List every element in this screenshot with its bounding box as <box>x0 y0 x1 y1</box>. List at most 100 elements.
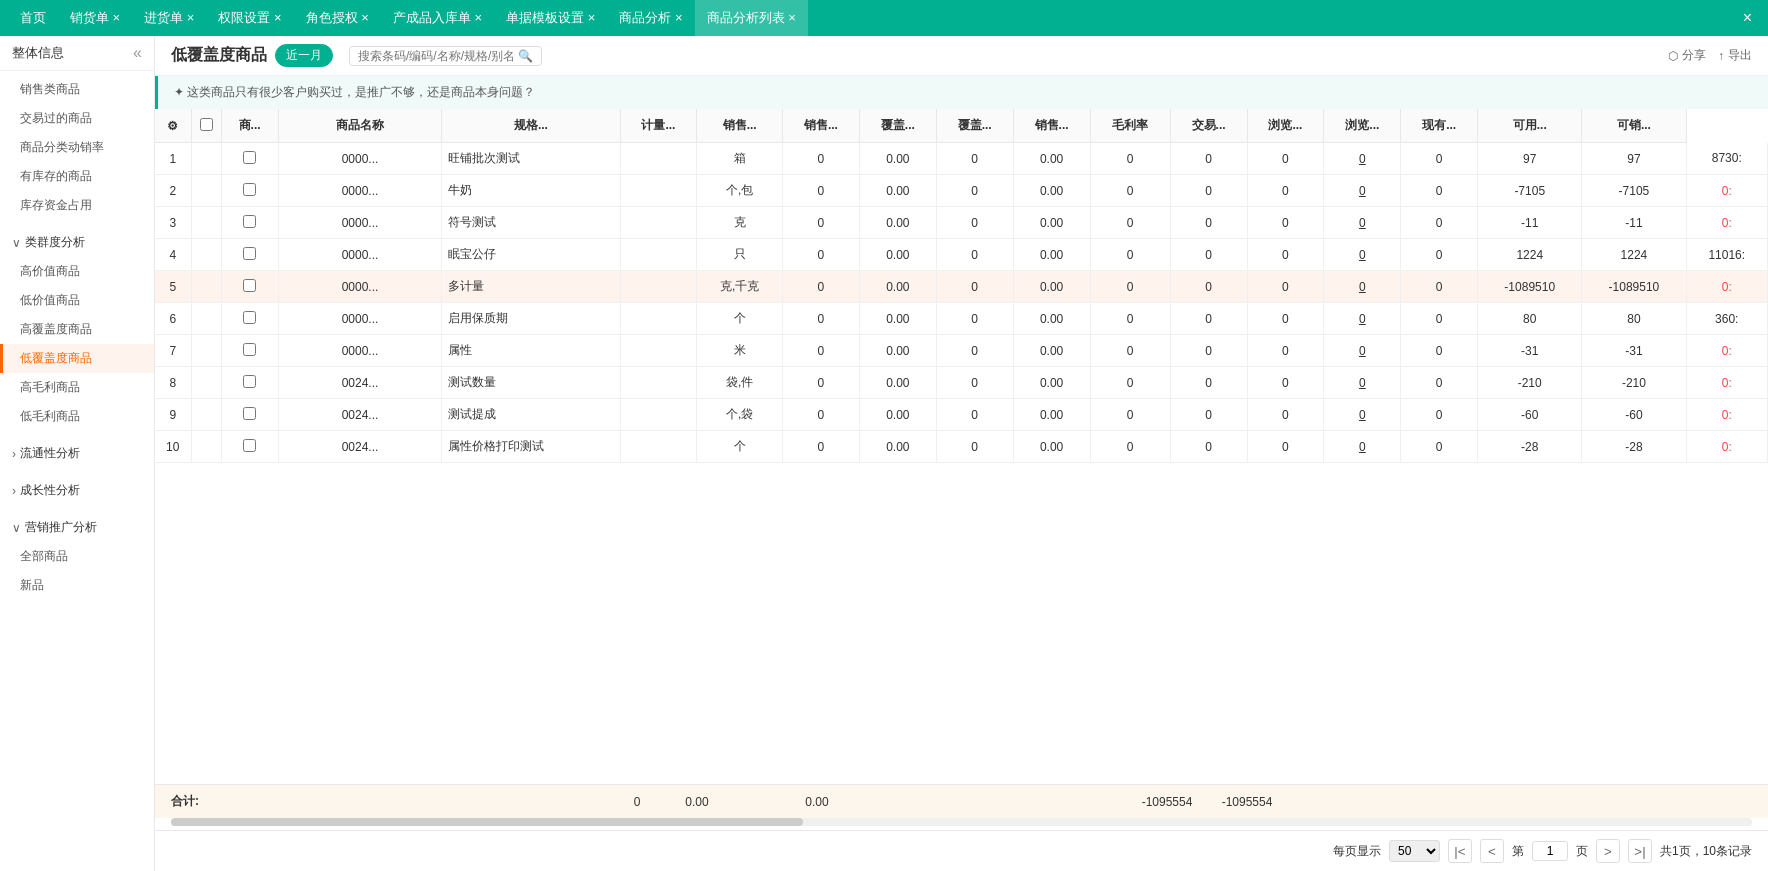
row-browse1[interactable]: 0 <box>1324 335 1401 367</box>
nav-role[interactable]: 角色授权 × <box>294 0 381 36</box>
sidebar-item-capital[interactable]: 库存资金占用 <box>0 191 154 220</box>
export-action[interactable]: ↑ 导出 <box>1718 47 1752 64</box>
sidebar-item-low-profit[interactable]: 低毛利商品 <box>0 402 154 431</box>
col-sales3[interactable]: 销售... <box>1013 109 1090 143</box>
col-sales2[interactable]: 销售... <box>783 109 860 143</box>
row-stock2: 1224 <box>1582 239 1686 271</box>
sidebar-section-cluster-title[interactable]: ∨ 类群度分析 <box>0 228 154 257</box>
row-stock3: 0: <box>1686 431 1767 463</box>
sidebar-item-category-rate[interactable]: 商品分类动销率 <box>0 133 154 162</box>
page-input[interactable] <box>1532 841 1568 861</box>
row-checkbox[interactable] <box>221 303 278 335</box>
row-browse1[interactable]: 0 <box>1324 271 1401 303</box>
nav-analysis[interactable]: 商品分析 × <box>607 0 694 36</box>
sidebar-item-high-value[interactable]: 高价值商品 <box>0 257 154 286</box>
sidebar-item-high-coverage[interactable]: 高覆盖度商品 <box>0 315 154 344</box>
nav-sales[interactable]: 销货单 × <box>58 0 132 36</box>
share-action[interactable]: ⬡ 分享 <box>1668 47 1706 64</box>
horizontal-scrollbar[interactable] <box>171 818 1752 826</box>
col-settings[interactable]: ⚙ <box>155 109 191 143</box>
row-sales1: 0 <box>783 271 860 303</box>
row-sales1: 0 <box>783 367 860 399</box>
row-checkbox[interactable] <box>221 175 278 207</box>
scrollbar-thumb[interactable] <box>171 818 803 826</box>
sidebar-item-low-value[interactable]: 低价值商品 <box>0 286 154 315</box>
row-browse1[interactable]: 0 <box>1324 207 1401 239</box>
nav-purchase[interactable]: 进货单 × <box>132 0 206 36</box>
row-browse1[interactable]: 0 <box>1324 239 1401 271</box>
col-cover1[interactable]: 覆盖... <box>859 109 936 143</box>
nav-permission[interactable]: 权限设置 × <box>206 0 293 36</box>
row-checkbox[interactable] <box>221 271 278 303</box>
filter-btn-month[interactable]: 近一月 <box>275 44 333 67</box>
row-settings <box>191 175 221 207</box>
row-browse1[interactable]: 0 <box>1324 303 1401 335</box>
row-checkbox[interactable] <box>221 335 278 367</box>
col-stock1[interactable]: 现有... <box>1401 109 1478 143</box>
row-spec <box>620 335 697 367</box>
col-browse2[interactable]: 浏览... <box>1324 109 1401 143</box>
row-gross: 0 <box>1170 239 1247 271</box>
sidebar-section-growth-title[interactable]: › 成长性分析 <box>0 476 154 505</box>
row-sales2: 0.00 <box>859 239 936 271</box>
prev-page-btn[interactable]: < <box>1480 839 1504 863</box>
col-trade[interactable]: 交易... <box>1170 109 1247 143</box>
nav-analysis-list[interactable]: 商品分析列表 × <box>695 0 808 36</box>
row-spec <box>620 303 697 335</box>
per-page-select[interactable]: 50 100 200 <box>1389 840 1440 862</box>
sidebar-item-stock-products[interactable]: 有库存的商品 <box>0 162 154 191</box>
col-browse1[interactable]: 浏览... <box>1247 109 1324 143</box>
row-cover2: 0.00 <box>1013 239 1090 271</box>
row-checkbox[interactable] <box>221 143 278 175</box>
search-input[interactable] <box>358 49 518 63</box>
row-unit: 米 <box>697 335 783 367</box>
col-name[interactable]: 商品名称 <box>278 109 442 143</box>
nav-template[interactable]: 单据模板设置 × <box>494 0 607 36</box>
search-icon[interactable]: 🔍 <box>518 49 533 63</box>
sidebar-item-new-products[interactable]: 新品 <box>0 571 154 600</box>
row-browse1[interactable]: 0 <box>1324 367 1401 399</box>
col-sales1[interactable]: 销售... <box>697 109 783 143</box>
select-all-checkbox[interactable] <box>200 118 213 131</box>
row-code: 0024... <box>278 431 442 463</box>
row-spec <box>620 271 697 303</box>
sidebar-section-marketing-title[interactable]: ∨ 营销推广分析 <box>0 513 154 542</box>
sidebar-item-sales-products[interactable]: 销售类商品 <box>0 75 154 104</box>
row-code: 0000... <box>278 271 442 303</box>
col-code[interactable]: 商... <box>221 109 278 143</box>
nav-product-in[interactable]: 产成品入库单 × <box>381 0 494 36</box>
row-sales2: 0.00 <box>859 175 936 207</box>
sidebar-collapse-btn[interactable]: « <box>133 44 142 62</box>
sidebar-item-all-products[interactable]: 全部商品 <box>0 542 154 571</box>
col-unit[interactable]: 计量... <box>620 109 697 143</box>
sidebar-item-high-profit[interactable]: 高毛利商品 <box>0 373 154 402</box>
col-spec[interactable]: 规格... <box>442 109 620 143</box>
row-code: 0000... <box>278 143 442 175</box>
row-browse1[interactable]: 0 <box>1324 431 1401 463</box>
col-stock3[interactable]: 可销... <box>1582 109 1686 143</box>
row-checkbox[interactable] <box>221 431 278 463</box>
last-page-btn[interactable]: >| <box>1628 839 1652 863</box>
row-checkbox[interactable] <box>221 367 278 399</box>
col-gross[interactable]: 毛利率 <box>1090 109 1170 143</box>
close-all-tabs[interactable]: × <box>1735 9 1760 27</box>
row-browse1[interactable]: 0 <box>1324 399 1401 431</box>
table-footer: 合计: 0 0.00 0.00 -1095554 -1095554 <box>155 784 1768 818</box>
sidebar-section-flow-title[interactable]: › 流通性分析 <box>0 439 154 468</box>
nav-home[interactable]: 首页 <box>8 0 58 36</box>
row-trade: 0 <box>1247 175 1324 207</box>
row-checkbox[interactable] <box>221 239 278 271</box>
first-page-btn[interactable]: |< <box>1448 839 1472 863</box>
sidebar-item-low-coverage[interactable]: 低覆盖度商品 <box>0 344 154 373</box>
table-row: 90024...测试提成个,袋00.0000.0000000-60-600: <box>155 399 1768 431</box>
sidebar-item-traded-products[interactable]: 交易过的商品 <box>0 104 154 133</box>
col-stock2[interactable]: 可用... <box>1478 109 1582 143</box>
row-browse1[interactable]: 0 <box>1324 175 1401 207</box>
row-number: 1 <box>155 143 191 175</box>
row-browse1[interactable]: 0 <box>1324 143 1401 175</box>
col-cover2[interactable]: 覆盖... <box>936 109 1013 143</box>
row-checkbox[interactable] <box>221 399 278 431</box>
row-settings <box>191 239 221 271</box>
row-checkbox[interactable] <box>221 207 278 239</box>
next-page-btn[interactable]: > <box>1596 839 1620 863</box>
